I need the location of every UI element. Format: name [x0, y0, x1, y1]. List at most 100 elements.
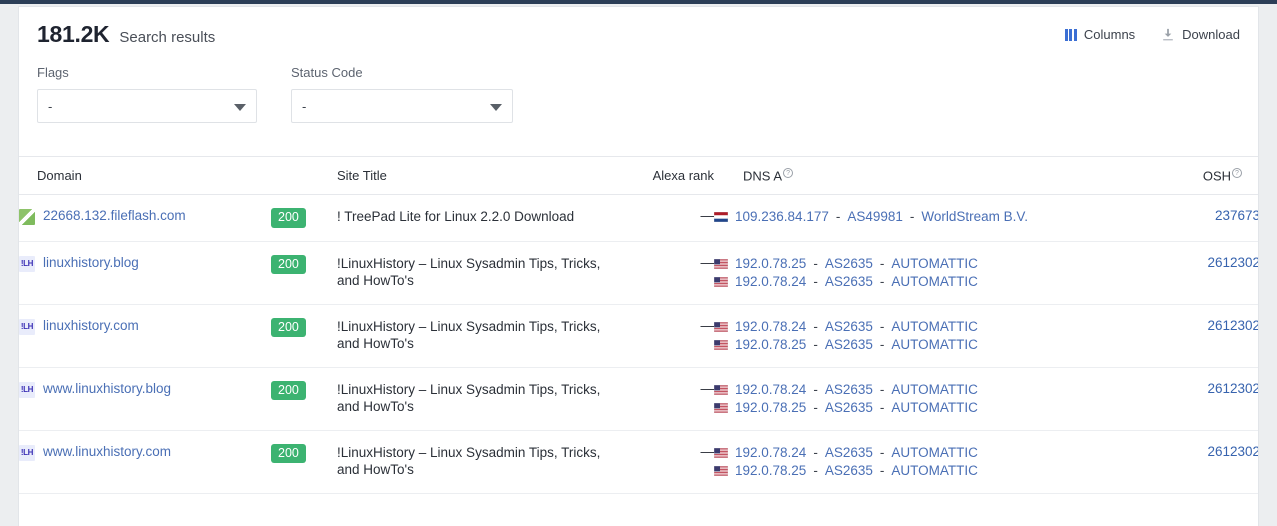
osh-link[interactable]: 2612302 [1207, 381, 1258, 396]
dns-asn-link[interactable]: AS2635 [825, 318, 873, 336]
us-flag [714, 465, 728, 476]
cell-status-code: 200 [271, 430, 337, 494]
dns-org-link[interactable]: AUTOMATTIC [891, 273, 978, 291]
linuxhistory-favicon: !LH [19, 381, 35, 398]
help-icon[interactable]: ? [783, 168, 794, 178]
results-table: Domain Site Title Alexa rank DNS A? OSH?… [19, 155, 1258, 494]
status-badge: 200 [271, 208, 306, 228]
filter-status-code-label: Status Code [291, 65, 363, 80]
top-accent-bar [0, 0, 1277, 4]
table-row[interactable]: !LH linuxhistory.blog 200 !LinuxHistory – L… [19, 241, 1258, 305]
cell-dns-a: 192.0.78.24- AS2635- AUTOMATTIC 192.0.78.25… [714, 304, 1166, 368]
cell-alexa-rank: — [622, 430, 715, 494]
dns-org-link[interactable]: AUTOMATTIC [891, 336, 978, 354]
filters-bar: Flags - Status Code - [19, 59, 1258, 123]
cell-alexa-rank: — [622, 241, 714, 305]
filter-flags-value: - [48, 98, 53, 114]
dns-separator: - [879, 399, 885, 415]
dns-org-link[interactable]: WorldStream B.V. [921, 208, 1028, 226]
dns-ip-link[interactable]: 192.0.78.25 [735, 255, 806, 273]
cell-site-title: !LinuxHistory – Linux Sysadmin Tips, Tri… [337, 430, 622, 494]
table-row[interactable]: !LH www.linuxhistory.com 200 !LinuxHistory … [19, 430, 1258, 494]
column-header-dns-a[interactable]: DNS A? [714, 155, 1166, 196]
column-header-domain[interactable]: Domain [19, 155, 271, 196]
download-button-label: Download [1182, 27, 1240, 42]
dns-ip-link[interactable]: 192.0.78.24 [735, 381, 806, 399]
cell-domain: !LH linuxhistory.blog [19, 241, 271, 305]
column-header-status [271, 155, 337, 196]
dns-record: 192.0.78.25- AS2635- AUTOMATTIC [714, 255, 1166, 273]
dns-record: 192.0.78.24- AS2635- AUTOMATTIC [714, 318, 1166, 336]
dns-org-link[interactable]: AUTOMATTIC [891, 444, 978, 462]
osh-link[interactable]: 2612302 [1207, 318, 1258, 333]
dns-separator: - [879, 462, 885, 478]
dns-org-link[interactable]: AUTOMATTIC [891, 381, 978, 399]
domain-link[interactable]: linuxhistory.com [43, 318, 139, 333]
cell-osh: 2612302 [1166, 367, 1258, 431]
dns-ip-link[interactable]: 192.0.78.25 [735, 399, 806, 417]
site-title-text: !LinuxHistory – Linux Sysadmin Tips, Tri… [337, 318, 601, 352]
osh-link[interactable]: 2612302 [1207, 255, 1258, 270]
osh-link[interactable]: 2612302 [1207, 444, 1258, 459]
dns-asn-link[interactable]: AS2635 [825, 273, 873, 291]
dns-asn-link[interactable]: AS2635 [825, 255, 873, 273]
cell-osh: 2612302 [1166, 430, 1258, 494]
dns-ip-link[interactable]: 192.0.78.25 [735, 336, 806, 354]
filter-status-code-select[interactable]: - [291, 89, 513, 123]
column-header-site-title[interactable]: Site Title [337, 155, 622, 196]
cell-domain: !LH www.linuxhistory.blog [19, 367, 271, 431]
columns-button-label: Columns [1083, 27, 1136, 42]
cell-alexa-rank: — [622, 367, 714, 431]
osh-link[interactable]: 237673 [1215, 208, 1258, 223]
dns-org-link[interactable]: AUTOMATTIC [891, 399, 978, 417]
domain-link[interactable]: linuxhistory.blog [43, 255, 139, 270]
status-badge: 200 [271, 443, 306, 464]
dns-separator: - [879, 318, 885, 334]
download-button[interactable]: Download [1161, 27, 1240, 42]
table-row[interactable]: !LH linuxhistory.com 200 !LinuxHistory – Li… [19, 304, 1258, 368]
dns-ip-link[interactable]: 192.0.78.25 [735, 462, 806, 480]
table-row[interactable]: !LH www.linuxhistory.blog 200 !LinuxHistory… [19, 367, 1258, 431]
cell-dns-a: 192.0.78.24- AS2635- AUTOMATTIC 192.0.78.25… [714, 430, 1166, 494]
fileflash-favicon [19, 209, 35, 226]
filter-flags-select[interactable]: - [37, 89, 257, 123]
dns-asn-link[interactable]: AS49981 [847, 208, 903, 226]
us-flag [714, 276, 728, 287]
filter-flags-label: Flags [37, 65, 69, 80]
dns-org-link[interactable]: AUTOMATTIC [891, 462, 978, 480]
dns-ip-link[interactable]: 109.236.84.177 [735, 208, 829, 226]
dns-asn-link[interactable]: AS2635 [825, 381, 873, 399]
dns-asn-link[interactable]: AS2635 [825, 399, 873, 417]
dns-org-link[interactable]: AUTOMATTIC [891, 255, 978, 273]
domain-cell: 22668.132.fileflash.com [19, 208, 271, 226]
filter-status-code-value: - [302, 98, 307, 114]
column-header-alexa-rank[interactable]: Alexa rank [622, 155, 714, 196]
cell-status-code: 200 [271, 241, 337, 305]
alexa-rank-value: — [700, 443, 715, 459]
site-title-text: !LinuxHistory – Linux Sysadmin Tips, Tri… [337, 255, 601, 289]
dns-ip-link[interactable]: 192.0.78.24 [735, 444, 806, 462]
domain-link[interactable]: www.linuxhistory.com [43, 444, 171, 459]
help-icon[interactable]: ? [1232, 168, 1242, 178]
cell-site-title: !LinuxHistory – Linux Sysadmin Tips, Tri… [337, 304, 622, 368]
domain-link[interactable]: www.linuxhistory.blog [43, 381, 171, 396]
us-flag [714, 447, 728, 458]
table-row[interactable]: 22668.132.fileflash.com 200 ! TreePad Lite… [19, 194, 1258, 242]
cell-domain: !LH www.linuxhistory.com [19, 430, 271, 494]
columns-button[interactable]: Columns [1064, 27, 1136, 42]
dns-asn-link[interactable]: AS2635 [825, 444, 873, 462]
column-header-osh[interactable]: OSH? [1166, 155, 1258, 196]
cell-dns-a: 109.236.84.177- AS49981- WorldStream B.V. [714, 194, 1166, 242]
dns-separator: - [813, 336, 818, 352]
dns-org-link[interactable]: AUTOMATTIC [891, 318, 978, 336]
dns-ip-link[interactable]: 192.0.78.24 [735, 318, 806, 336]
domain-link[interactable]: 22668.132.fileflash.com [43, 208, 186, 223]
cell-dns-a: 192.0.78.24- AS2635- AUTOMATTIC 192.0.78.25… [714, 367, 1166, 431]
linuxhistory-favicon: !LH [19, 318, 35, 335]
dns-ip-link[interactable]: 192.0.78.24 [735, 273, 806, 291]
dns-asn-link[interactable]: AS2635 [825, 336, 873, 354]
dns-asn-link[interactable]: AS2635 [825, 462, 873, 480]
cell-alexa-rank: — [622, 194, 714, 242]
domain-cell: !LH www.linuxhistory.blog [19, 381, 271, 398]
alexa-rank-value: — [700, 317, 715, 333]
